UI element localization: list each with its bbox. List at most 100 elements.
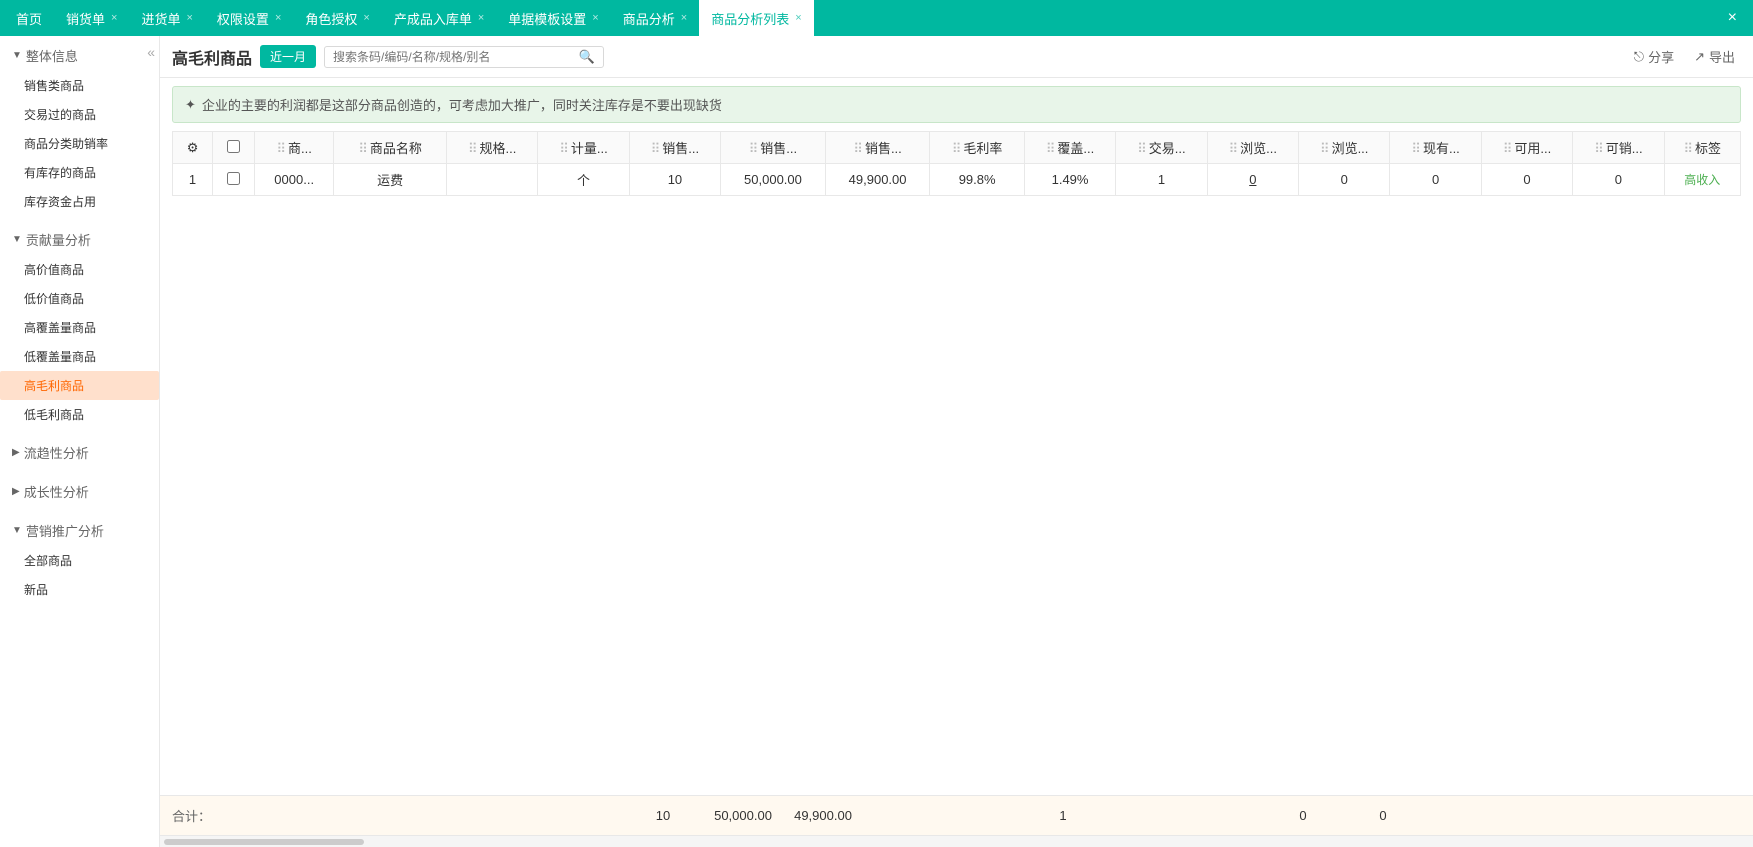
sidebar-item-low-coverage[interactable]: 低覆盖量商品 bbox=[0, 342, 159, 371]
col-unit[interactable]: ⠿计量... bbox=[538, 132, 629, 164]
col-sales-profit[interactable]: ⠿销售... bbox=[825, 132, 930, 164]
col-sales-amt[interactable]: ⠿销售... bbox=[721, 132, 826, 164]
nav-product-analysis-list-close[interactable]: × bbox=[795, 12, 801, 24]
summary-cell-8 bbox=[863, 804, 943, 827]
sidebar-group-overall-label: 整体信息 bbox=[26, 46, 78, 65]
sidebar-group-flow-title[interactable]: ▶ 流趋性分析 bbox=[0, 437, 159, 468]
nav-template[interactable]: 单据模板设置 × bbox=[496, 0, 610, 36]
col-margin-rate[interactable]: ⠿毛利率 bbox=[930, 132, 1024, 164]
col-spec[interactable]: ⠿规格... bbox=[446, 132, 537, 164]
nav-product-analysis[interactable]: 商品分析 × bbox=[611, 0, 699, 36]
sidebar-group-growth-title[interactable]: ▶ 成长性分析 bbox=[0, 476, 159, 507]
cell-checkbox[interactable] bbox=[213, 164, 255, 196]
sidebar-item-high-value[interactable]: 高价值商品 bbox=[0, 255, 159, 284]
nav-home-label: 首页 bbox=[16, 9, 42, 28]
cell-saleable-stock: 0 bbox=[1573, 164, 1664, 196]
tag-badge: 高收入 bbox=[1684, 173, 1720, 187]
nav-template-close[interactable]: × bbox=[592, 12, 598, 24]
col-code[interactable]: ⠿商... bbox=[255, 132, 334, 164]
sidebar-item-sales-goods[interactable]: 销售类商品 bbox=[0, 71, 159, 100]
sidebar-item-category-rate[interactable]: 商品分类助销率 bbox=[0, 129, 159, 158]
search-box: 🔍 bbox=[324, 46, 604, 68]
sidebar-item-all-goods[interactable]: 全部商品 bbox=[0, 546, 159, 575]
summary-cell-stock2: 0 bbox=[1343, 804, 1423, 827]
nav-sales-order[interactable]: 销货单 × bbox=[54, 0, 129, 36]
nav-sales-order-close[interactable]: × bbox=[111, 12, 117, 24]
sidebar-group-overall: ▼ 整体信息 销售类商品 交易过的商品 商品分类助销率 有库存的商品 库存资金占… bbox=[0, 36, 159, 220]
cell-available-stock: 0 bbox=[1481, 164, 1572, 196]
nav-sales-order-label: 销货单 bbox=[66, 9, 105, 28]
col-saleable-stock[interactable]: ⠿可销... bbox=[1573, 132, 1664, 164]
sidebar-item-high-margin[interactable]: 高毛利商品 bbox=[0, 371, 159, 400]
sidebar-collapse-btn[interactable]: « bbox=[147, 44, 155, 60]
sidebar-item-high-coverage[interactable]: 高覆盖量商品 bbox=[0, 313, 159, 342]
col-checkbox[interactable] bbox=[213, 132, 255, 164]
nav-product-inbound-close[interactable]: × bbox=[478, 12, 484, 24]
col-browse2[interactable]: ⠿浏览... bbox=[1299, 132, 1390, 164]
content-header: 高毛利商品 近一月 🔍 ⎋ 分享 ↗ 导出 bbox=[160, 36, 1753, 78]
nav-role-close[interactable]: × bbox=[363, 12, 369, 24]
summary-cell-0 bbox=[223, 804, 303, 827]
nav-purchase-order-close[interactable]: × bbox=[186, 12, 192, 24]
summary-cell-1 bbox=[303, 804, 383, 827]
col-sales-qty[interactable]: ⠿销售... bbox=[629, 132, 720, 164]
nav-purchase-order-label: 进货单 bbox=[141, 9, 180, 28]
cell-spec bbox=[446, 164, 537, 196]
col-name[interactable]: ⠿商品名称 bbox=[334, 132, 447, 164]
export-icon: ↗ bbox=[1694, 49, 1705, 65]
nav-permission-close[interactable]: × bbox=[275, 12, 281, 24]
main-layout: « ▼ 整体信息 销售类商品 交易过的商品 商品分类助销率 有库存的商品 库存资… bbox=[0, 36, 1753, 847]
select-all-checkbox[interactable] bbox=[227, 140, 240, 153]
nav-home[interactable]: 首页 bbox=[4, 0, 54, 36]
sidebar-item-new-goods[interactable]: 新品 bbox=[0, 575, 159, 604]
sidebar-group-contribution-title[interactable]: ▼ 贡献量分析 bbox=[0, 224, 159, 255]
cell-browse1[interactable]: 0 bbox=[1207, 164, 1298, 196]
summary-cell-12 bbox=[1183, 804, 1263, 827]
sidebar-item-stock-goods[interactable]: 有库存的商品 bbox=[0, 158, 159, 187]
col-settings[interactable]: ⚙ bbox=[173, 132, 213, 164]
footer-summary: 合计： 10 50,000.00 49,900.00 1 0 0 bbox=[160, 795, 1753, 835]
share-button[interactable]: ⎋ 分享 bbox=[1628, 44, 1680, 69]
cell-sales-amt: 50,000.00 bbox=[721, 164, 826, 196]
scrollbar-thumb[interactable] bbox=[164, 839, 364, 845]
export-button[interactable]: ↗ 导出 bbox=[1688, 44, 1741, 69]
sidebar-item-traded-goods[interactable]: 交易过的商品 bbox=[0, 100, 159, 129]
sidebar-item-low-margin[interactable]: 低毛利商品 bbox=[0, 400, 159, 429]
arrow-icon: ▼ bbox=[12, 234, 22, 245]
nav-product-analysis-list-label: 商品分析列表 bbox=[711, 9, 789, 28]
page-title: 高毛利商品 bbox=[172, 45, 252, 69]
row-checkbox[interactable] bbox=[227, 172, 240, 185]
cell-transaction: 1 bbox=[1116, 164, 1207, 196]
sidebar-group-marketing-title[interactable]: ▼ 营销推广分析 bbox=[0, 515, 159, 546]
nav-role-label: 角色授权 bbox=[305, 9, 357, 28]
nav-permission[interactable]: 权限设置 × bbox=[205, 0, 293, 36]
sidebar-item-low-value[interactable]: 低价值商品 bbox=[0, 284, 159, 313]
bottom-scrollbar[interactable] bbox=[160, 835, 1753, 847]
nav-product-inbound[interactable]: 产成品入库单 × bbox=[382, 0, 496, 36]
arrow-icon: ▼ bbox=[12, 50, 22, 61]
header-actions: ⎋ 分享 ↗ 导出 bbox=[1628, 44, 1741, 69]
top-nav: 首页 销货单 × 进货单 × 权限设置 × 角色授权 × 产成品入库单 × 单据… bbox=[0, 0, 1753, 36]
col-current-stock[interactable]: ⠿现有... bbox=[1390, 132, 1481, 164]
nav-product-analysis-list[interactable]: 商品分析列表 × bbox=[699, 0, 813, 36]
nav-product-analysis-close[interactable]: × bbox=[681, 12, 687, 24]
sidebar-group-contribution: ▼ 贡献量分析 高价值商品 低价值商品 高覆盖量商品 低覆盖量商品 高毛利商品 … bbox=[0, 220, 159, 433]
sidebar-group-contribution-label: 贡献量分析 bbox=[26, 230, 91, 249]
nav-product-inbound-label: 产成品入库单 bbox=[394, 9, 472, 28]
info-banner-text: 企业的主要的利润都是这部分商品创造的，可考虑加大推广，同时关注库存是不要出现缺货 bbox=[202, 95, 722, 114]
search-icon[interactable]: 🔍 bbox=[579, 49, 595, 65]
col-available-stock[interactable]: ⠿可用... bbox=[1481, 132, 1572, 164]
sidebar-item-stock-fund[interactable]: 库存资金占用 bbox=[0, 187, 159, 216]
col-coverage[interactable]: ⠿覆盖... bbox=[1024, 132, 1115, 164]
table-wrapper: ⚙ ⠿商... ⠿商品名称 ⠿规格... ⠿计量... ⠿销售... ⠿销售..… bbox=[160, 131, 1753, 795]
col-transaction[interactable]: ⠿交易... bbox=[1116, 132, 1207, 164]
nav-purchase-order[interactable]: 进货单 × bbox=[129, 0, 204, 36]
time-filter-button[interactable]: 近一月 bbox=[260, 45, 316, 68]
col-tag[interactable]: ⠿标签 bbox=[1664, 132, 1740, 164]
col-browse1[interactable]: ⠿浏览... bbox=[1207, 132, 1298, 164]
nav-role[interactable]: 角色授权 × bbox=[293, 0, 381, 36]
sidebar-group-overall-title[interactable]: ▼ 整体信息 bbox=[0, 40, 159, 71]
search-input[interactable] bbox=[333, 50, 579, 64]
browse1-link[interactable]: 0 bbox=[1249, 172, 1256, 187]
close-all-tabs[interactable]: × bbox=[1716, 9, 1749, 27]
